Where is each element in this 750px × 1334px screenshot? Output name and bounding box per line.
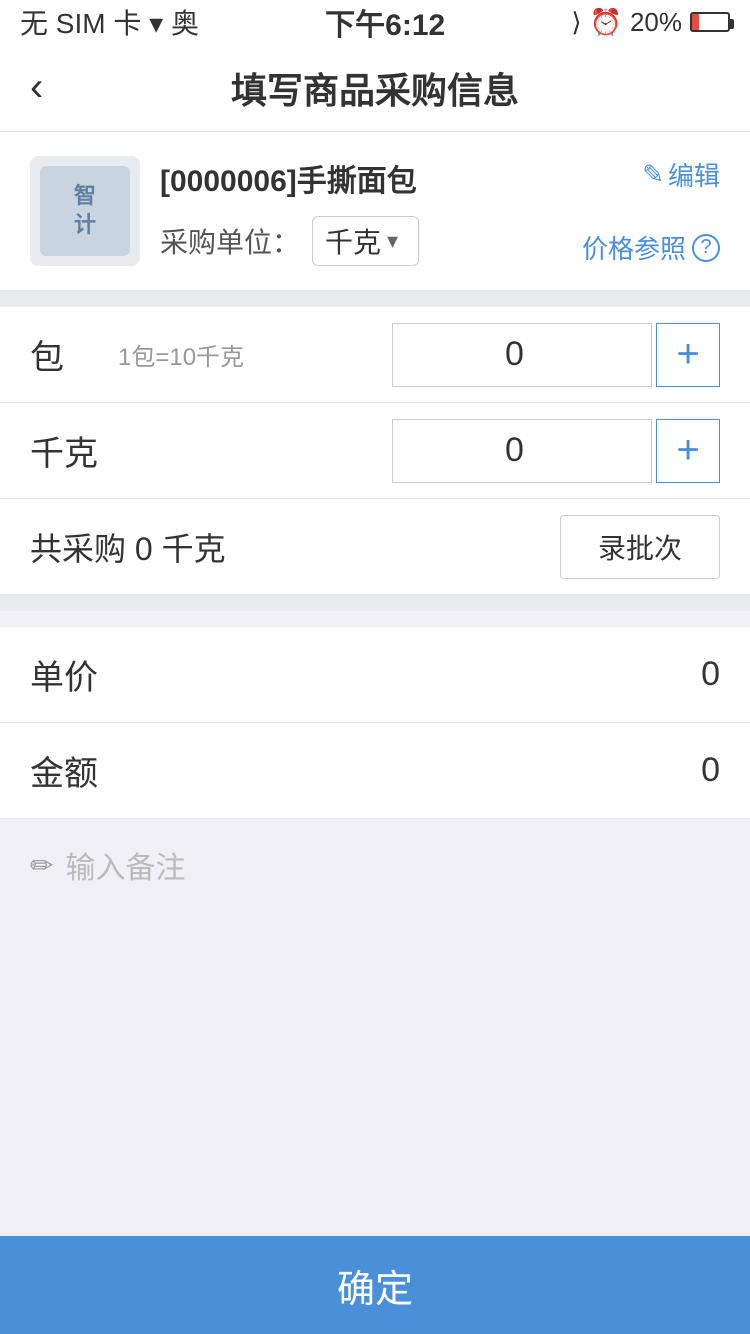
unit-value: 千克	[325, 221, 381, 261]
pencil-icon: ✏	[30, 849, 53, 882]
kg-plus-button[interactable]: +	[656, 419, 720, 483]
purchase-unit-label: 采购单位：	[160, 221, 300, 261]
amount-value: 0	[701, 751, 720, 790]
status-time: 下午6:12	[325, 0, 445, 44]
product-thumbnail: 智 计	[30, 156, 140, 266]
price-ref-button[interactable]: 价格参照 ?	[582, 229, 720, 266]
package-label: 包	[30, 330, 110, 379]
back-button[interactable]: ‹	[20, 55, 53, 120]
summary-row: 共采购 0 千克 录批次	[0, 499, 750, 595]
package-sub-label: 1包=10千克	[118, 337, 244, 372]
edit-icon: ✎	[642, 159, 664, 190]
product-thumb-inner: 智 计	[40, 166, 130, 256]
status-right: ⟩ ⏰ 20%	[571, 7, 730, 38]
alarm-icon: ⏰	[590, 7, 622, 38]
product-unit-row: 采购单位： 千克 ▾	[160, 216, 562, 266]
batch-button[interactable]: 录批次	[560, 515, 720, 579]
kg-input-row: 千克 +	[0, 403, 750, 499]
input-section: 包 1包=10千克 + 千克 +	[0, 307, 750, 499]
edit-button[interactable]: ✎ 编辑	[642, 156, 720, 193]
page-title: 填写商品采购信息	[231, 62, 519, 114]
bottom-spacer	[0, 911, 750, 1236]
dropdown-arrow-icon: ▾	[387, 228, 398, 254]
unit-dropdown[interactable]: 千克 ▾	[312, 216, 419, 266]
price-ref-label: 价格参照	[582, 229, 686, 266]
remark-placeholder: 输入备注	[65, 843, 185, 887]
status-left: 无 SIM 卡 ▾ 奥	[20, 2, 199, 42]
product-card-right: ✎ 编辑 价格参照 ?	[582, 156, 720, 266]
section-divider-1	[0, 291, 750, 307]
amount-label: 金额	[30, 746, 98, 795]
package-plus-button[interactable]: +	[656, 323, 720, 387]
summary-text: 共采购 0 千克	[30, 524, 226, 570]
section-divider-2	[0, 595, 750, 611]
unit-price-label: 单价	[30, 650, 98, 699]
location-icon: ⟩	[571, 7, 581, 38]
edit-label: 编辑	[668, 156, 720, 193]
battery-icon	[690, 12, 730, 32]
product-name: [0000006]手撕面包	[160, 156, 562, 200]
unit-price-value: 0	[701, 655, 720, 694]
package-quantity-input[interactable]	[392, 323, 652, 387]
info-section: 单价 0 金额 0	[0, 627, 750, 819]
nav-bar: ‹ 填写商品采购信息	[0, 44, 750, 132]
product-info: [0000006]手撕面包 采购单位： 千克 ▾	[160, 156, 562, 266]
confirm-button[interactable]: 确定	[0, 1236, 750, 1334]
remark-section[interactable]: ✏ 输入备注	[0, 819, 750, 911]
unit-price-row: 单价 0	[0, 627, 750, 723]
sim-label: 无 SIM 卡 ▾ 奥	[20, 2, 199, 42]
price-ref-icon: ?	[692, 234, 720, 262]
amount-row: 金额 0	[0, 723, 750, 819]
kg-label: 千克	[30, 426, 110, 475]
battery-percent: 20%	[630, 7, 682, 38]
kg-quantity-input[interactable]	[392, 419, 652, 483]
status-bar: 无 SIM 卡 ▾ 奥 下午6:12 ⟩ ⏰ 20%	[0, 0, 750, 44]
product-card: 智 计 [0000006]手撕面包 采购单位： 千克 ▾ ✎ 编辑 价格参照 ?	[0, 132, 750, 291]
package-input-row: 包 1包=10千克 +	[0, 307, 750, 403]
